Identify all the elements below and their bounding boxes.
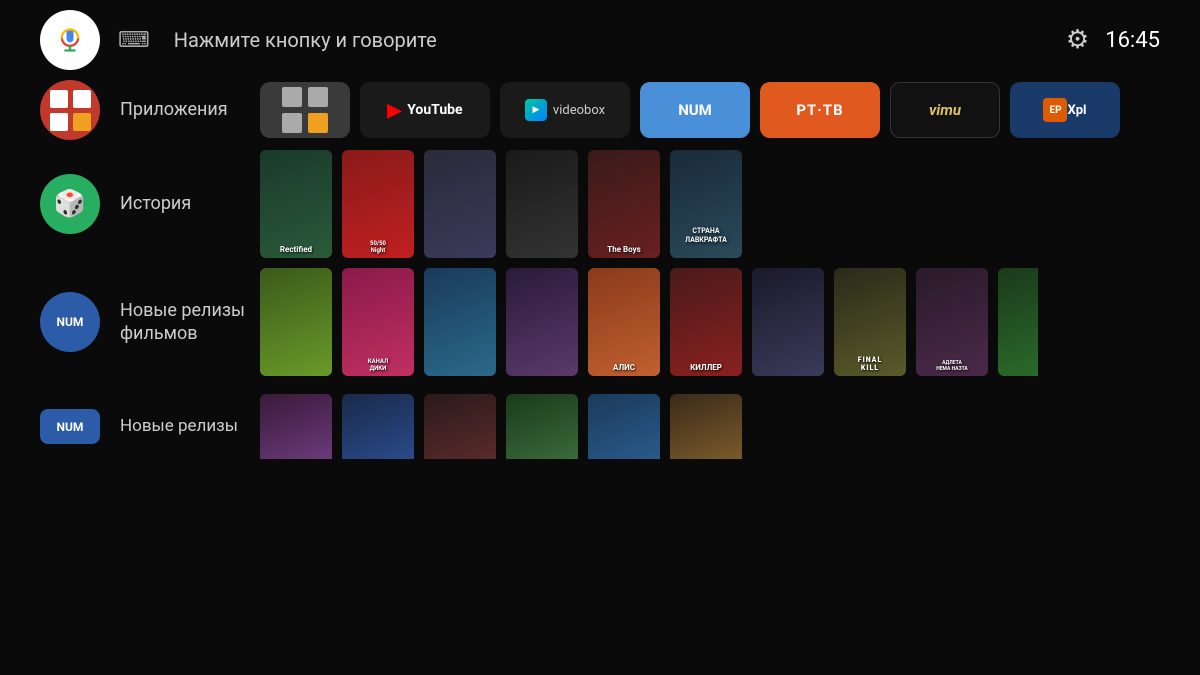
settings-icon[interactable]: ⚙: [1066, 25, 1089, 55]
movie-poster-5-text: АЛИС: [588, 363, 660, 372]
new-series-scroll: [260, 394, 1160, 459]
movie-poster-6[interactable]: КИЛЛЕР: [670, 268, 742, 376]
apps-scroll: ▶ YouTube ▶ videobox NUM PT·TB vimu EP: [260, 82, 1160, 138]
new-movies-section: NUM Новые релизы фильмов КАНАЛДИКИ АЛИС …: [40, 268, 1160, 376]
movie-poster-7[interactable]: [752, 268, 824, 376]
history-icon-wrap[interactable]: 🎲: [40, 174, 100, 234]
history-poster-5-text: The Boys: [588, 245, 660, 254]
movie-poster-9[interactable]: АДЛЕТАНЕМА НАЗТА: [916, 268, 988, 376]
apps-section: Приложения ▶ YouTube ▶ videobox: [40, 80, 1160, 140]
vimu-label: vimu: [929, 101, 961, 119]
series-poster-5[interactable]: [588, 394, 660, 459]
new-series-num-icon: NUM: [57, 420, 84, 434]
cube-icon: 🎲: [54, 189, 86, 219]
series-poster-6[interactable]: [670, 394, 742, 459]
movie-poster-1[interactable]: [260, 268, 332, 376]
history-poster-1-text: Rectified: [260, 245, 332, 254]
movie-poster-8-text: FINALKILL: [834, 356, 906, 372]
movie-poster-3[interactable]: [424, 268, 496, 376]
app-tile-vimu[interactable]: vimu: [890, 82, 1000, 138]
new-movies-scroll: КАНАЛДИКИ АЛИС КИЛЛЕР FINALKILL АДЛЕТАНЕ…: [260, 268, 1160, 376]
new-movies-num-icon: NUM: [57, 315, 84, 329]
xplay-icon: EP: [1043, 98, 1067, 122]
clock: 16:45: [1105, 28, 1160, 53]
keyboard-icon[interactable]: ⌨: [118, 28, 150, 53]
app-tile-pttv[interactable]: PT·TB: [760, 82, 880, 138]
all-apps-grid-icon: [274, 82, 336, 138]
movie-poster-partial: [998, 268, 1038, 376]
search-hint: Нажмите кнопку и говорите: [174, 28, 1048, 52]
app-tile-xplay[interactable]: EP Xpl: [1010, 82, 1120, 138]
youtube-logo-icon: ▶: [387, 100, 401, 121]
history-poster-4[interactable]: [506, 150, 578, 258]
movie-poster-2-text: КАНАЛДИКИ: [342, 358, 414, 372]
videobox-icon: ▶: [525, 99, 547, 121]
series-poster-1[interactable]: [260, 394, 332, 459]
new-movies-label: Новые релизы фильмов: [120, 299, 260, 346]
app-tile-videobox[interactable]: ▶ videobox: [500, 82, 630, 138]
history-poster-5[interactable]: The Boys: [588, 150, 660, 258]
new-series-section: NUM Новые релизы: [40, 394, 1160, 459]
apps-icon-wrap[interactable]: [40, 80, 100, 140]
videobox-label: videobox: [553, 103, 605, 118]
mic-icon: [56, 26, 84, 54]
new-series-icon-wrap[interactable]: NUM: [40, 409, 100, 444]
history-label: История: [120, 192, 260, 215]
num-label: NUM: [678, 101, 712, 119]
apps-label: Приложения: [120, 98, 260, 121]
header-right: ⚙ 16:45: [1066, 25, 1160, 55]
app-tile-youtube[interactable]: ▶ YouTube: [360, 82, 490, 138]
series-poster-3[interactable]: [424, 394, 496, 459]
movie-poster-final-kill[interactable]: FINALKILL: [834, 268, 906, 376]
youtube-label: YouTube: [407, 102, 462, 118]
pttv-label: PT·TB: [796, 101, 843, 119]
new-movies-icon-wrap[interactable]: NUM: [40, 292, 100, 352]
xplay-label: Xpl: [1067, 103, 1086, 118]
movie-poster-2[interactable]: КАНАЛДИКИ: [342, 268, 414, 376]
history-section: 🎲 История Rectified 50/50Night The Boys …: [40, 150, 1160, 258]
history-scroll: Rectified 50/50Night The Boys СТРАНАЛАВК…: [260, 150, 1160, 258]
movie-poster-9-text: АДЛЕТАНЕМА НАЗТА: [916, 360, 988, 372]
app-tile-num[interactable]: NUM: [640, 82, 750, 138]
header: ⌨ Нажмите кнопку и говорите ⚙ 16:45: [0, 0, 1200, 80]
app-tile-all[interactable]: [260, 82, 350, 138]
movie-poster-5[interactable]: АЛИС: [588, 268, 660, 376]
history-poster-3[interactable]: [424, 150, 496, 258]
movie-poster-6-text: КИЛЛЕР: [670, 363, 742, 372]
series-poster-4[interactable]: [506, 394, 578, 459]
history-poster-2-text: 50/50Night: [342, 240, 414, 254]
apps-grid-icon: [44, 84, 97, 137]
movie-poster-4[interactable]: [506, 268, 578, 376]
history-poster-6-text: СТРАНАЛАВКРАФТА: [670, 227, 742, 244]
new-series-label: Новые релизы: [120, 415, 260, 437]
series-poster-2[interactable]: [342, 394, 414, 459]
history-poster-2[interactable]: 50/50Night: [342, 150, 414, 258]
mic-button[interactable]: [40, 10, 100, 70]
history-poster-6[interactable]: СТРАНАЛАВКРАФТА: [670, 150, 742, 258]
history-poster-1[interactable]: Rectified: [260, 150, 332, 258]
content-area: Приложения ▶ YouTube ▶ videobox: [0, 80, 1200, 459]
